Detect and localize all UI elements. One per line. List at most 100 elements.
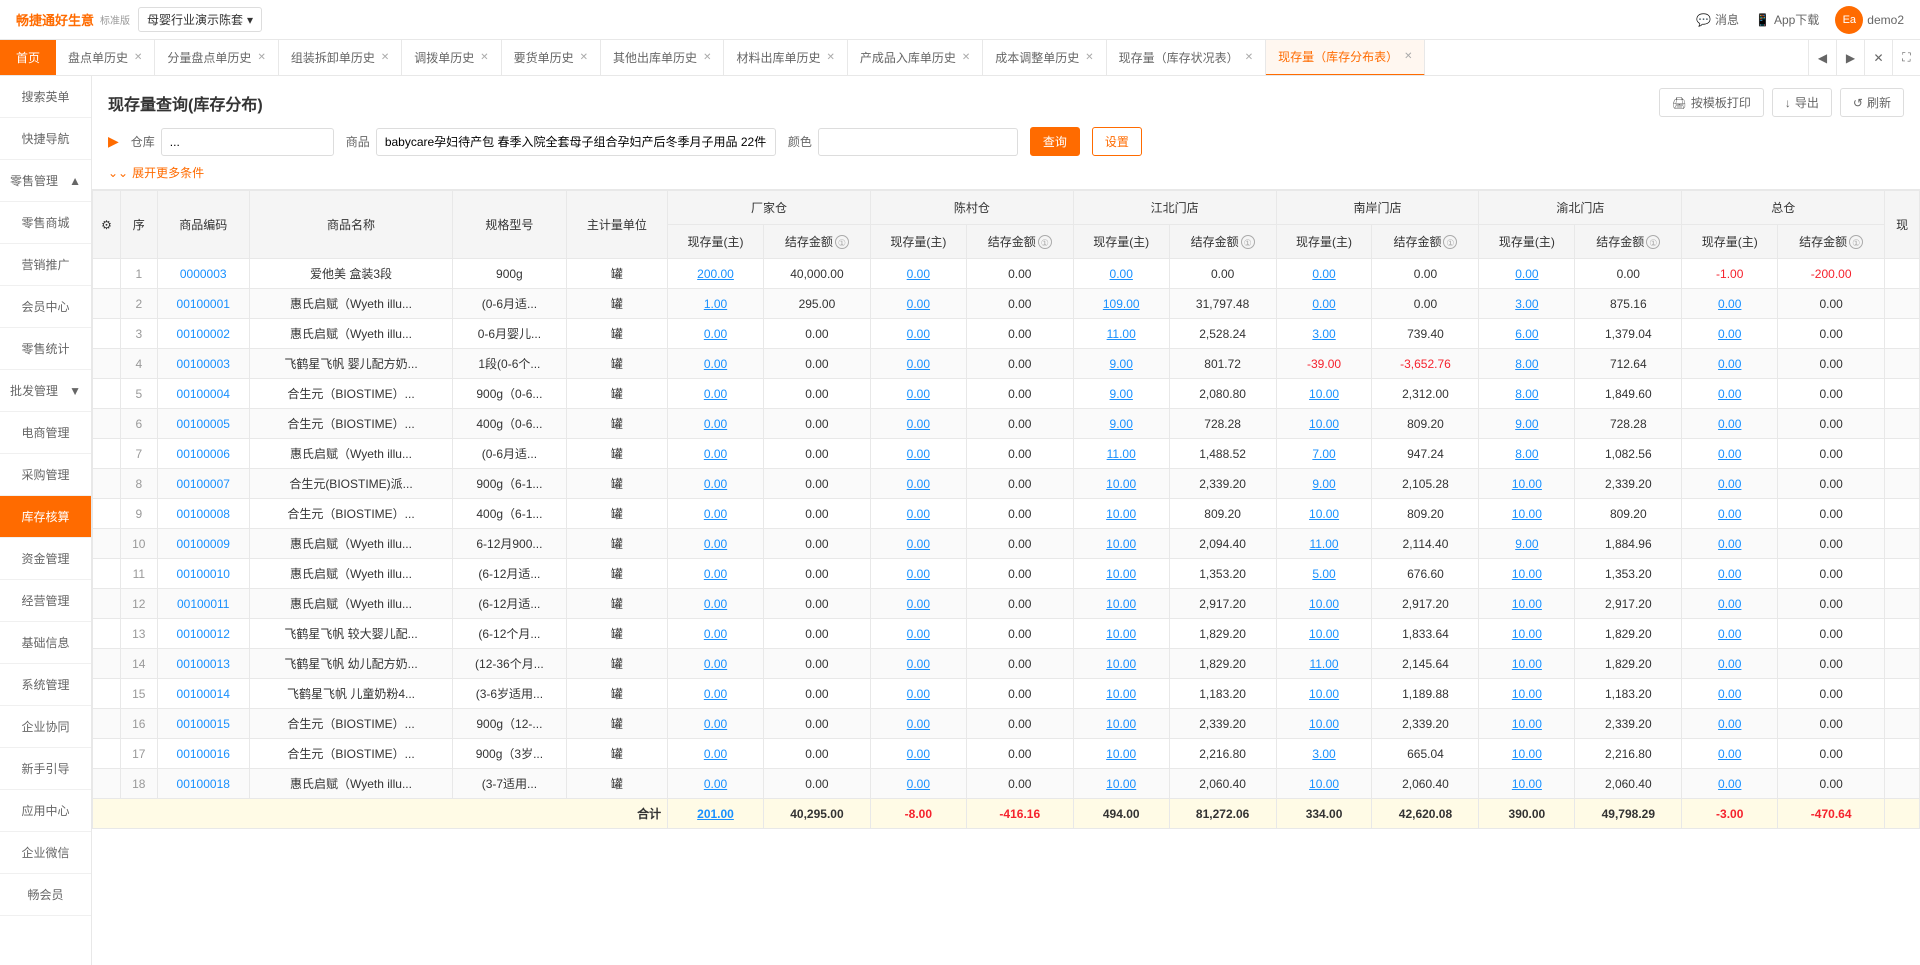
sidebar-item-guide[interactable]: 新手引导 bbox=[0, 748, 91, 790]
message-btn[interactable]: 💬 消息 bbox=[1696, 11, 1739, 28]
sidebar-item-wholesale[interactable]: 批发管理 ▼ bbox=[0, 370, 91, 412]
th-settings[interactable]: ⚙ bbox=[93, 191, 121, 259]
tab-fenpandian-close[interactable]: ✕ bbox=[257, 52, 265, 63]
td-yb-qty[interactable]: 8.00 bbox=[1479, 439, 1575, 469]
tab-chancheng-close[interactable]: ✕ bbox=[962, 52, 970, 63]
td-t-qty[interactable]: 0.00 bbox=[1682, 739, 1778, 769]
warehouse-input[interactable] bbox=[161, 128, 334, 156]
tab-zuzhangchai[interactable]: 组装拆卸单历史 ✕ bbox=[279, 40, 402, 76]
sidebar-item-purchase[interactable]: 采购管理 bbox=[0, 454, 91, 496]
tab-pandian-close[interactable]: ✕ bbox=[134, 52, 142, 63]
sidebar-item-mall[interactable]: 零售商城 bbox=[0, 202, 91, 244]
td-c-qty[interactable]: 0.00 bbox=[870, 349, 966, 379]
td-f-qty[interactable]: 0.00 bbox=[668, 319, 764, 349]
td-f-qty[interactable]: 0.00 bbox=[668, 439, 764, 469]
td-t-qty[interactable]: 0.00 bbox=[1682, 769, 1778, 799]
td-c-qty[interactable]: 0.00 bbox=[870, 529, 966, 559]
export-btn[interactable]: ↓ 导出 bbox=[1772, 88, 1832, 117]
td-code[interactable]: 00100004 bbox=[157, 379, 249, 409]
table-container[interactable]: ⚙ 序 商品编码 商品名称 规格型号 主计量单位 厂家仓 陈村仓 江北门店 南岸… bbox=[92, 190, 1920, 965]
td-t-qty[interactable]: 0.00 bbox=[1682, 469, 1778, 499]
na-amt-info-icon[interactable]: ① bbox=[1443, 235, 1457, 249]
td-c-qty[interactable]: 0.00 bbox=[870, 769, 966, 799]
tab-diaobou-close[interactable]: ✕ bbox=[480, 52, 488, 63]
td-yb-qty[interactable]: 6.00 bbox=[1479, 319, 1575, 349]
td-c-qty[interactable]: 0.00 bbox=[870, 619, 966, 649]
sidebar-item-marketing[interactable]: 营销推广 bbox=[0, 244, 91, 286]
td-yb-qty[interactable]: 10.00 bbox=[1479, 469, 1575, 499]
yb-amt-info-icon[interactable]: ① bbox=[1646, 235, 1660, 249]
td-yb-qty[interactable]: 10.00 bbox=[1479, 679, 1575, 709]
td-code[interactable]: 00100009 bbox=[157, 529, 249, 559]
td-jb-qty[interactable]: 10.00 bbox=[1073, 739, 1169, 769]
td-yb-qty[interactable]: 10.00 bbox=[1479, 709, 1575, 739]
tab-kucun-zhuang-close[interactable]: ✕ bbox=[1245, 52, 1253, 63]
td-yb-qty[interactable]: 8.00 bbox=[1479, 379, 1575, 409]
sidebar-item-basic[interactable]: 基础信息 bbox=[0, 622, 91, 664]
tab-chenben-close[interactable]: ✕ bbox=[1085, 52, 1093, 63]
td-f-qty[interactable]: 0.00 bbox=[668, 469, 764, 499]
sidebar-item-finance[interactable]: 资金管理 bbox=[0, 538, 91, 580]
td-c-qty[interactable]: 0.00 bbox=[870, 319, 966, 349]
td-f-qty[interactable]: 0.00 bbox=[668, 499, 764, 529]
td-c-qty[interactable]: 0.00 bbox=[870, 499, 966, 529]
td-f-qty[interactable]: 1.00 bbox=[668, 289, 764, 319]
td-f-qty[interactable]: 0.00 bbox=[668, 619, 764, 649]
tab-chancheng[interactable]: 产成品入库单历史 ✕ bbox=[848, 40, 983, 76]
td-na-qty[interactable]: 10.00 bbox=[1276, 499, 1372, 529]
td-f-qty[interactable]: 200.00 bbox=[668, 259, 764, 289]
td-code[interactable]: 00100016 bbox=[157, 739, 249, 769]
td-t-qty[interactable]: -1.00 bbox=[1682, 259, 1778, 289]
td-c-qty[interactable]: 0.00 bbox=[870, 289, 966, 319]
td-code[interactable]: 00100012 bbox=[157, 619, 249, 649]
td-yb-qty[interactable]: 10.00 bbox=[1479, 769, 1575, 799]
td-f-qty[interactable]: 0.00 bbox=[668, 409, 764, 439]
query-btn[interactable]: 查询 bbox=[1030, 127, 1080, 156]
td-code[interactable]: 00100001 bbox=[157, 289, 249, 319]
sidebar-item-retail-stats[interactable]: 零售统计 bbox=[0, 328, 91, 370]
td-code[interactable]: 00100011 bbox=[157, 589, 249, 619]
td-c-qty[interactable]: 0.00 bbox=[870, 709, 966, 739]
td-t-qty[interactable]: 0.00 bbox=[1682, 409, 1778, 439]
tab-kucun-zhuang[interactable]: 现存量（库存状况表） ✕ bbox=[1107, 40, 1266, 76]
tab-home[interactable]: 首页 bbox=[0, 40, 56, 76]
td-na-qty[interactable]: 10.00 bbox=[1276, 379, 1372, 409]
tab-prev-btn[interactable]: ◀ bbox=[1808, 40, 1836, 76]
td-code[interactable]: 00100013 bbox=[157, 649, 249, 679]
td-code[interactable]: 00100006 bbox=[157, 439, 249, 469]
td-code[interactable]: 0000003 bbox=[157, 259, 249, 289]
td-jb-qty[interactable]: 10.00 bbox=[1073, 589, 1169, 619]
td-c-qty[interactable]: 0.00 bbox=[870, 379, 966, 409]
td-code[interactable]: 00100007 bbox=[157, 469, 249, 499]
sidebar-item-system[interactable]: 系统管理 bbox=[0, 664, 91, 706]
td-jb-qty[interactable]: 10.00 bbox=[1073, 649, 1169, 679]
tab-kucun-fen-close[interactable]: ✕ bbox=[1404, 51, 1412, 62]
td-code[interactable]: 00100005 bbox=[157, 409, 249, 439]
td-code[interactable]: 00100015 bbox=[157, 709, 249, 739]
user-area[interactable]: Ea demo2 bbox=[1835, 6, 1904, 34]
td-t-qty[interactable]: 0.00 bbox=[1682, 319, 1778, 349]
tab-qitachu[interactable]: 其他出库单历史 ✕ bbox=[601, 40, 724, 76]
tab-cailiao-close[interactable]: ✕ bbox=[826, 52, 834, 63]
td-code[interactable]: 00100010 bbox=[157, 559, 249, 589]
tab-expand-btn[interactable]: ⛶ bbox=[1892, 40, 1920, 76]
td-yb-qty[interactable]: 10.00 bbox=[1479, 559, 1575, 589]
td-f-qty[interactable]: 0.00 bbox=[668, 739, 764, 769]
td-jb-qty[interactable]: 10.00 bbox=[1073, 769, 1169, 799]
tab-yaohuo[interactable]: 要货单历史 ✕ bbox=[502, 40, 601, 76]
td-f-qty[interactable]: 0.00 bbox=[668, 529, 764, 559]
td-t-qty[interactable]: 0.00 bbox=[1682, 559, 1778, 589]
td-yb-qty[interactable]: 10.00 bbox=[1479, 589, 1575, 619]
td-code[interactable]: 00100008 bbox=[157, 499, 249, 529]
td-na-qty[interactable]: 3.00 bbox=[1276, 739, 1372, 769]
td-jb-qty[interactable]: 10.00 bbox=[1073, 709, 1169, 739]
sidebar-item-app[interactable]: 应用中心 bbox=[0, 790, 91, 832]
sidebar-item-changhui[interactable]: 畅会员 bbox=[0, 874, 91, 916]
c-amt-info-icon[interactable]: ① bbox=[1038, 235, 1052, 249]
td-t-qty[interactable]: 0.00 bbox=[1682, 499, 1778, 529]
td-na-qty[interactable]: 3.00 bbox=[1276, 319, 1372, 349]
td-jb-qty[interactable]: 10.00 bbox=[1073, 559, 1169, 589]
td-c-qty[interactable]: 0.00 bbox=[870, 559, 966, 589]
td-na-qty[interactable]: -39.00 bbox=[1276, 349, 1372, 379]
td-t-qty[interactable]: 0.00 bbox=[1682, 379, 1778, 409]
